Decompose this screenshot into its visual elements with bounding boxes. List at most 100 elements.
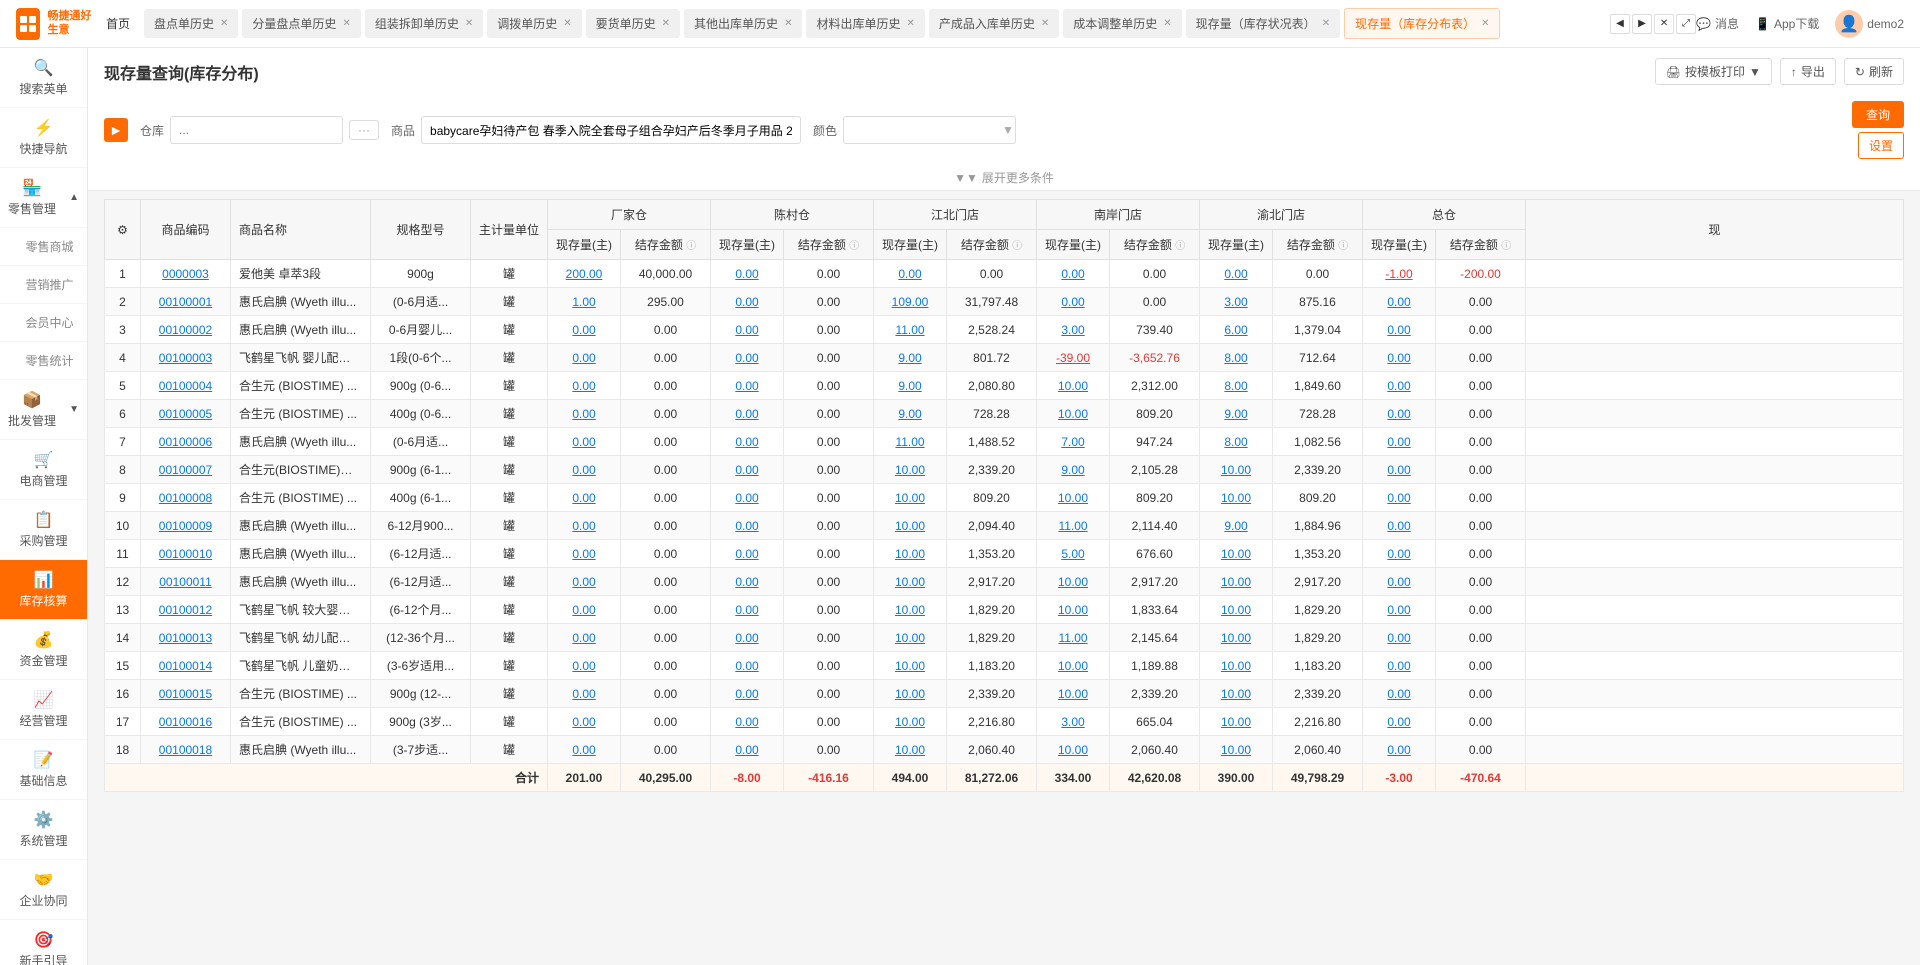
info-icon[interactable]: ⓘ: [849, 241, 859, 252]
cell-yubei-qty[interactable]: 10.00: [1200, 680, 1273, 708]
info-icon[interactable]: ⓘ: [1338, 241, 1348, 252]
cell-yubei-qty[interactable]: 3.00: [1200, 288, 1273, 316]
cell-code[interactable]: 00100004: [141, 372, 231, 400]
sidebar-item-purchase[interactable]: 📋 采购管理: [0, 500, 87, 560]
cell-total-qty[interactable]: 0.00: [1363, 372, 1436, 400]
sidebar-item-member[interactable]: 会员中心: [0, 304, 87, 342]
tab-cailiaochu[interactable]: 材料出库单历史 ✕: [806, 9, 924, 38]
tab-home[interactable]: 首页: [96, 9, 140, 38]
cell-chencun-qty[interactable]: 0.00: [711, 708, 784, 736]
cell-chencun-qty[interactable]: 0.00: [711, 372, 784, 400]
cell-jiangbei-qty[interactable]: 11.00: [874, 316, 947, 344]
cell-yubei-qty[interactable]: 0.00: [1200, 260, 1273, 288]
close-icon[interactable]: ✕: [906, 18, 914, 29]
cell-jiangbei-qty[interactable]: 109.00: [874, 288, 947, 316]
cell-total-qty[interactable]: -1.00: [1363, 260, 1436, 288]
cell-total-qty[interactable]: 0.00: [1363, 316, 1436, 344]
info-icon[interactable]: ⓘ: [1175, 241, 1185, 252]
setting-button[interactable]: 设置: [1858, 132, 1904, 159]
cell-nanan-qty[interactable]: 7.00: [1037, 428, 1110, 456]
cell-chencun-qty[interactable]: 0.00: [711, 596, 784, 624]
cell-chencun-qty[interactable]: 0.00: [711, 484, 784, 512]
sidebar-item-retail-stat[interactable]: 零售统计: [0, 342, 87, 380]
cell-jiangbei-qty[interactable]: 10.00: [874, 456, 947, 484]
cell-chencun-qty[interactable]: 0.00: [711, 400, 784, 428]
cell-code[interactable]: 00100003: [141, 344, 231, 372]
cell-code[interactable]: 00100005: [141, 400, 231, 428]
cell-jiangbei-qty[interactable]: 10.00: [874, 512, 947, 540]
cell-chencun-qty[interactable]: 0.00: [711, 624, 784, 652]
info-icon[interactable]: ⓘ: [1501, 241, 1511, 252]
user-action[interactable]: 👤 demo2: [1835, 10, 1904, 38]
close-icon[interactable]: ✕: [1481, 18, 1489, 29]
sidebar-item-finance[interactable]: 💰 资金管理: [0, 620, 87, 680]
cell-changjiacao-qty[interactable]: 0.00: [548, 456, 621, 484]
goods-input[interactable]: [421, 116, 801, 144]
tab-chengben[interactable]: 成本调整单历史 ✕: [1063, 9, 1181, 38]
cell-yubei-qty[interactable]: 10.00: [1200, 736, 1273, 764]
cell-yubei-qty[interactable]: 8.00: [1200, 428, 1273, 456]
cell-changjiacao-qty[interactable]: 0.00: [548, 400, 621, 428]
sidebar-item-basic[interactable]: 📝 基础信息: [0, 740, 87, 800]
cell-chencun-qty[interactable]: 0.00: [711, 680, 784, 708]
cell-nanan-qty[interactable]: 5.00: [1037, 540, 1110, 568]
tab-yaohuo[interactable]: 要货单历史 ✕: [586, 9, 680, 38]
tab-chanpin[interactable]: 产成品入库单历史 ✕: [929, 9, 1059, 38]
cell-chencun-qty[interactable]: 0.00: [711, 316, 784, 344]
cell-changjiacao-qty[interactable]: 0.00: [548, 680, 621, 708]
cell-changjiacao-qty[interactable]: 0.00: [548, 624, 621, 652]
cell-nanan-qty[interactable]: 10.00: [1037, 484, 1110, 512]
cell-nanan-qty[interactable]: 10.00: [1037, 680, 1110, 708]
cell-changjiacao-qty[interactable]: 0.00: [548, 512, 621, 540]
close-icon[interactable]: ✕: [342, 18, 350, 29]
print-button[interactable]: 🖨 按模板打印 ▼: [1655, 58, 1772, 85]
cell-yubei-qty[interactable]: 10.00: [1200, 624, 1273, 652]
cell-chencun-qty[interactable]: 0.00: [711, 540, 784, 568]
cell-nanan-qty[interactable]: 0.00: [1037, 260, 1110, 288]
cell-nanan-qty[interactable]: 0.00: [1037, 288, 1110, 316]
cell-chencun-qty[interactable]: 0.00: [711, 456, 784, 484]
cell-yubei-qty[interactable]: 9.00: [1200, 512, 1273, 540]
cell-changjiacao-qty[interactable]: 0.00: [548, 344, 621, 372]
cell-chencun-qty[interactable]: 0.00: [711, 652, 784, 680]
cell-changjiacao-qty[interactable]: 200.00: [548, 260, 621, 288]
export-button[interactable]: ↑ 导出: [1780, 58, 1836, 85]
cell-jiangbei-qty[interactable]: 10.00: [874, 484, 947, 512]
cell-total-qty[interactable]: 0.00: [1363, 344, 1436, 372]
cell-jiangbei-qty[interactable]: 11.00: [874, 428, 947, 456]
cell-nanan-qty[interactable]: 10.00: [1037, 568, 1110, 596]
cell-chencun-qty[interactable]: 0.00: [711, 428, 784, 456]
close-icon[interactable]: ✕: [784, 18, 792, 29]
cell-code[interactable]: 00100006: [141, 428, 231, 456]
cell-changjiacao-qty[interactable]: 0.00: [548, 652, 621, 680]
message-action[interactable]: 💬 消息: [1696, 15, 1739, 32]
sidebar-item-ecom[interactable]: 🛒 电商管理: [0, 440, 87, 500]
close-icon[interactable]: ✕: [1322, 18, 1330, 29]
cell-jiangbei-qty[interactable]: 10.00: [874, 736, 947, 764]
cell-code[interactable]: 00100011: [141, 568, 231, 596]
cell-yubei-qty[interactable]: 9.00: [1200, 400, 1273, 428]
cell-total-qty[interactable]: 0.00: [1363, 400, 1436, 428]
tab-qitachuku[interactable]: 其他出库单历史 ✕: [684, 9, 802, 38]
cell-yubei-qty[interactable]: 10.00: [1200, 568, 1273, 596]
cell-code[interactable]: 00100009: [141, 512, 231, 540]
color-input[interactable]: [843, 116, 1016, 144]
cell-nanan-qty[interactable]: -39.00: [1037, 344, 1110, 372]
cell-jiangbei-qty[interactable]: 10.00: [874, 596, 947, 624]
nav-prev-btn[interactable]: ◀: [1610, 14, 1630, 34]
tab-tiaopo[interactable]: 调拨单历史 ✕: [487, 9, 581, 38]
sidebar-item-retail[interactable]: 🏪 零售管理 ▲: [0, 168, 87, 228]
cell-changjiacao-qty[interactable]: 0.00: [548, 484, 621, 512]
nav-close-btn[interactable]: ✕: [1654, 14, 1674, 34]
cell-changjiacao-qty[interactable]: 0.00: [548, 708, 621, 736]
close-icon[interactable]: ✕: [465, 18, 473, 29]
cell-yubei-qty[interactable]: 8.00: [1200, 344, 1273, 372]
cell-jiangbei-qty[interactable]: 9.00: [874, 344, 947, 372]
cell-changjiacao-qty[interactable]: 1.00: [548, 288, 621, 316]
sidebar-item-marketing[interactable]: 营销推广: [0, 266, 87, 304]
cell-chencun-qty[interactable]: 0.00: [711, 512, 784, 540]
cell-nanan-qty[interactable]: 10.00: [1037, 596, 1110, 624]
cell-code[interactable]: 00100014: [141, 652, 231, 680]
cell-jiangbei-qty[interactable]: 10.00: [874, 652, 947, 680]
sidebar-item-wholesale[interactable]: 📦 批发管理 ▼: [0, 380, 87, 440]
